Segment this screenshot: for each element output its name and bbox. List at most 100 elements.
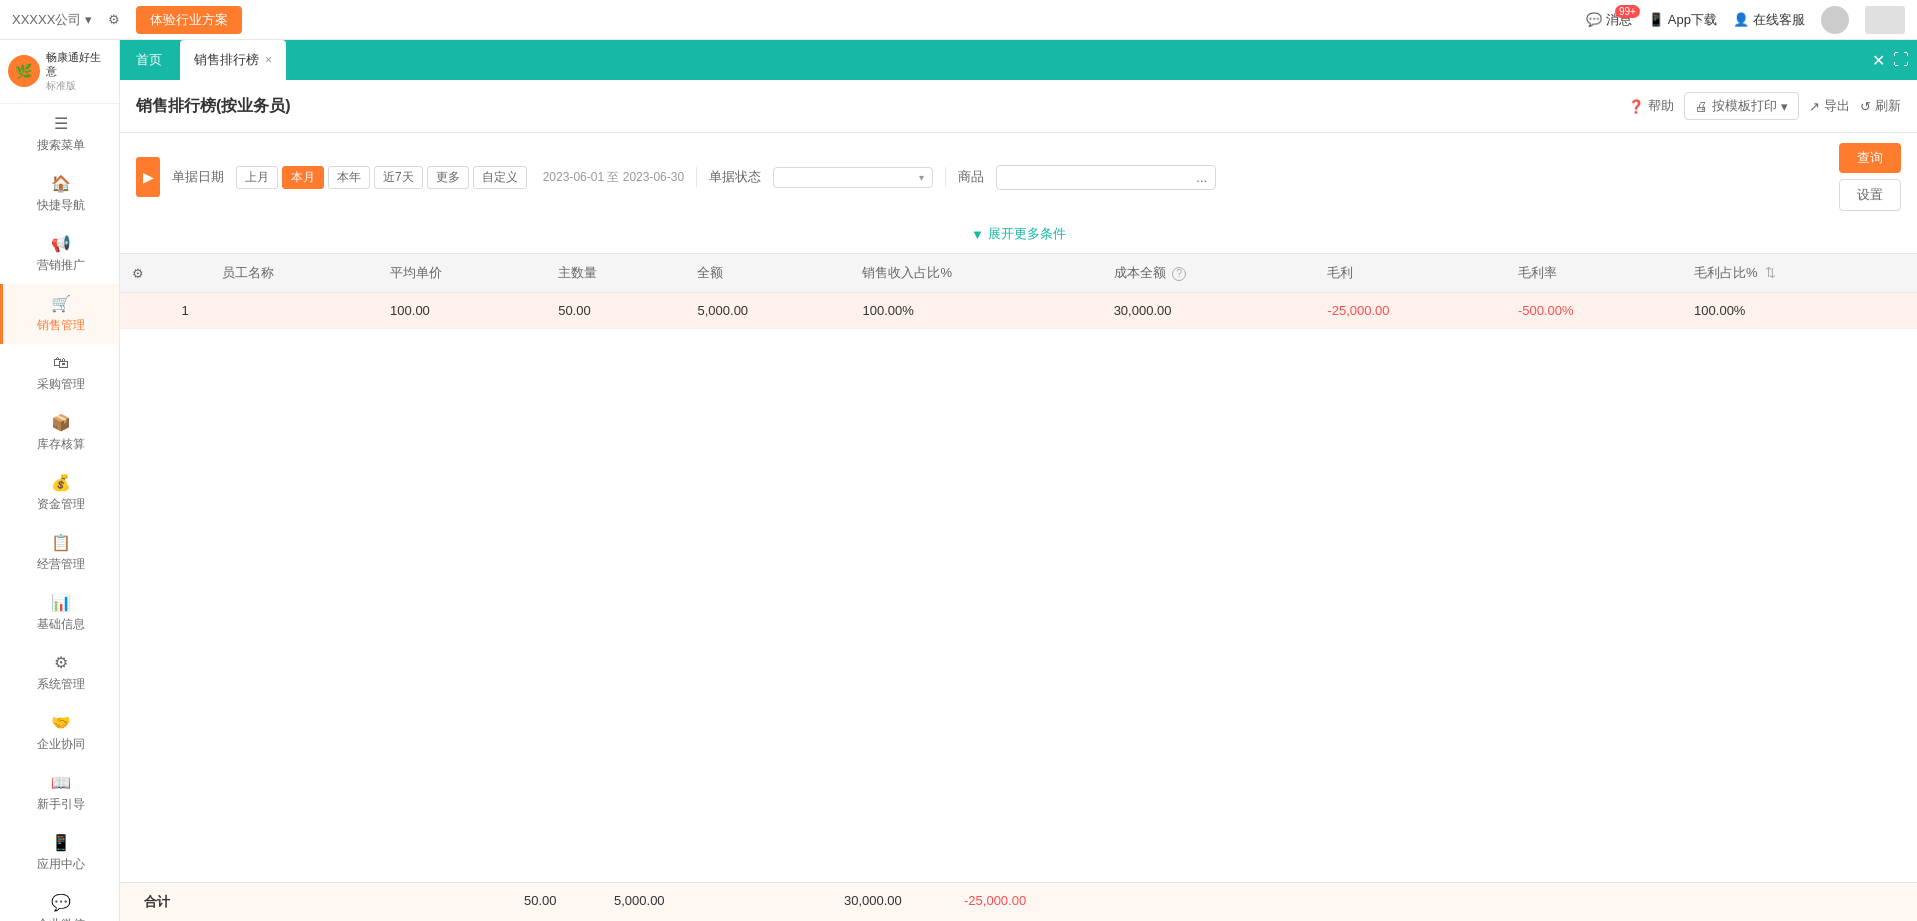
sidebar-item-purchase[interactable]: 🛍 采购管理 <box>0 344 119 403</box>
col-main-qty-header: 主数量 <box>546 254 685 293</box>
tab-fullscreen-btn[interactable]: ⛶ <box>1893 51 1909 69</box>
cell-sales-pct: 100.00% <box>850 293 1101 329</box>
status-select[interactable]: ▾ <box>773 167 933 188</box>
sidebar-item-finance[interactable]: 💰 资金管理 <box>0 463 119 523</box>
settings-icon[interactable]: ⚙ <box>100 6 128 34</box>
date-btn-more[interactable]: 更多 <box>427 166 469 189</box>
status-select-arrow: ▾ <box>919 172 924 183</box>
app-download-button[interactable]: 📱 App下载 <box>1648 11 1717 29</box>
sidebar-item-sales[interactable]: 🛒 销售管理 <box>0 284 119 344</box>
goods-more-btn[interactable]: ... <box>1196 170 1207 185</box>
sidebar-item-system[interactable]: ⚙ 系统管理 <box>0 643 119 703</box>
sidebar-item-marketing[interactable]: 📢 营销推广 <box>0 224 119 284</box>
col-rank-header <box>160 254 210 293</box>
goods-select[interactable]: ... <box>996 165 1216 190</box>
tab-sales-ranking[interactable]: 销售排行榜 × <box>180 40 286 80</box>
sidebar-label-sales: 销售管理 <box>37 317 85 334</box>
app-center-icon: 📱 <box>51 833 71 852</box>
cost-help-icon[interactable]: ? <box>1172 267 1186 281</box>
date-filter-label: 单据日期 <box>172 168 224 186</box>
logo-icon: 🌿 <box>8 55 40 87</box>
sidebar-label-inventory: 库存核算 <box>37 436 85 453</box>
col-gross-rate-header: 毛利率 <box>1506 254 1682 293</box>
sidebar-item-wechat[interactable]: 💬 企业微信 <box>0 883 119 921</box>
sidebar-item-search[interactable]: ☰ 搜索菜单 <box>0 104 119 164</box>
page-content: 销售排行榜(按业务员) ❓ 帮助 🖨 按模板打印 ▾ ↗ 导出 <box>120 80 1917 921</box>
sidebar-item-guide[interactable]: 📖 新手引导 <box>0 763 119 823</box>
date-btn-last-month[interactable]: 上月 <box>236 166 278 189</box>
col-gross-header: 毛利 <box>1315 254 1506 293</box>
cell-gross-pct: 100.00% <box>1682 293 1917 329</box>
table-settings-icon[interactable]: ⚙ <box>132 266 144 281</box>
sidebar: 🌿 畅康通好生意 标准版 ☰ 搜索菜单 🏠 快捷导航 📢 营销推广 🛒 销售管理… <box>0 40 120 921</box>
date-btn-7days[interactable]: 近7天 <box>374 166 423 189</box>
company-selector[interactable]: XXXXX公司 ▾ <box>12 11 92 29</box>
expand-more-conditions-btn[interactable]: ▼ 展开更多条件 <box>971 225 1066 243</box>
table-row: 1 100.00 50.00 5,000.00 100.00% 30,000.0… <box>120 293 1917 329</box>
app-label: App下载 <box>1668 11 1717 29</box>
refresh-label: 刷新 <box>1875 97 1901 115</box>
export-button[interactable]: ↗ 导出 <box>1809 97 1850 115</box>
logo-text-area: 畅康通好生意 标准版 <box>46 50 111 93</box>
wechat-icon: 💬 <box>51 893 71 912</box>
status-filter-label: 单据状态 <box>709 168 761 186</box>
refresh-button[interactable]: ↺ 刷新 <box>1860 97 1901 115</box>
col-avg-price-header: 平均单价 <box>378 254 546 293</box>
message-button[interactable]: 💬 消息 99+ <box>1586 11 1632 29</box>
filter-row: ▶ 单据日期 上月 本月 本年 近7天 更多 自定义 2023-06-01 至 … <box>136 143 1901 211</box>
logo-area: 🌿 畅康通好生意 标准版 <box>0 40 119 104</box>
footer-gross: -25,000.00 <box>964 893 1026 908</box>
footer-cells: 合计 50.00 5,000.00 30,000.00 -25,000.00 <box>132 893 1905 911</box>
footer-gross-cell: -25,000.00 <box>952 893 1072 911</box>
online-service-button[interactable]: 👤 在线客服 <box>1733 11 1805 29</box>
trial-button[interactable]: 体验行业方案 <box>136 6 242 34</box>
sidebar-item-operations[interactable]: 📋 经营管理 <box>0 523 119 583</box>
avatar[interactable] <box>1821 6 1849 34</box>
help-label: 帮助 <box>1648 97 1674 115</box>
sidebar-item-app-center[interactable]: 📱 应用中心 <box>0 823 119 883</box>
table-area: ⚙ 员工名称 平均单价 主数量 全额 销售收入占比% 成本全额 ? <box>120 254 1917 882</box>
finance-icon: 💰 <box>51 473 71 492</box>
data-table: ⚙ 员工名称 平均单价 主数量 全额 销售收入占比% 成本全额 ? <box>120 254 1917 329</box>
sidebar-item-quick-nav[interactable]: 🏠 快捷导航 <box>0 164 119 224</box>
tab-close-btn[interactable]: × <box>265 53 272 67</box>
table-footer: 合计 50.00 5,000.00 30,000.00 -25,000.00 <box>120 882 1917 921</box>
sidebar-label-finance: 资金管理 <box>37 496 85 513</box>
filter-area: ▶ 单据日期 上月 本月 本年 近7天 更多 自定义 2023-06-01 至 … <box>120 133 1917 254</box>
print-label: 按模板打印 <box>1712 97 1777 115</box>
table-header-row: ⚙ 员工名称 平均单价 主数量 全额 销售收入占比% 成本全额 ? <box>120 254 1917 293</box>
sidebar-label-purchase: 采购管理 <box>37 376 85 393</box>
sidebar-item-inventory[interactable]: 📦 库存核算 <box>0 403 119 463</box>
main-layout: 🌿 畅康通好生意 标准版 ☰ 搜索菜单 🏠 快捷导航 📢 营销推广 🛒 销售管理… <box>0 40 1917 921</box>
footer-amount: 5,000.00 <box>614 893 665 908</box>
date-btn-this-year[interactable]: 本年 <box>328 166 370 189</box>
col-sales-pct-header: 销售收入占比% <box>850 254 1101 293</box>
tab-home[interactable]: 首页 <box>120 40 178 80</box>
settings-button[interactable]: 设置 <box>1839 179 1901 211</box>
footer-main-qty-cell: 50.00 <box>512 893 602 911</box>
sidebar-label-system: 系统管理 <box>37 676 85 693</box>
more-filter-row: ▼ 展开更多条件 <box>136 211 1901 243</box>
sidebar-item-enterprise-collab[interactable]: 🤝 企业协同 <box>0 703 119 763</box>
expand-icon: ▼ <box>971 227 984 242</box>
filter-expand-arrow[interactable]: ▶ <box>136 157 160 197</box>
print-button[interactable]: 🖨 按模板打印 ▾ <box>1684 92 1799 120</box>
footer-cost-amount: 30,000.00 <box>844 893 902 908</box>
date-btn-custom[interactable]: 自定义 <box>473 166 527 189</box>
sales-icon: 🛒 <box>51 294 71 313</box>
sidebar-label-app-center: 应用中心 <box>37 856 85 873</box>
collab-icon: 🤝 <box>51 713 71 732</box>
cell-rank: 1 <box>160 293 210 329</box>
gross-pct-sort-icon[interactable]: ⇅ <box>1765 265 1776 280</box>
tab-close-window-btn[interactable]: ✕ <box>1872 51 1885 70</box>
cell-settings <box>120 293 160 329</box>
table-body: 1 100.00 50.00 5,000.00 100.00% 30,000.0… <box>120 293 1917 329</box>
logo-text: 畅康通好生意 <box>46 50 111 79</box>
help-button[interactable]: ❓ 帮助 <box>1628 97 1674 115</box>
base-info-icon: 📊 <box>51 593 71 612</box>
service-icon: 👤 <box>1733 12 1749 27</box>
date-buttons: 上月 本月 本年 近7天 更多 自定义 <box>236 166 527 189</box>
query-button[interactable]: 查询 <box>1839 143 1901 173</box>
date-btn-this-month[interactable]: 本月 <box>282 166 324 189</box>
sidebar-item-base-info[interactable]: 📊 基础信息 <box>0 583 119 643</box>
